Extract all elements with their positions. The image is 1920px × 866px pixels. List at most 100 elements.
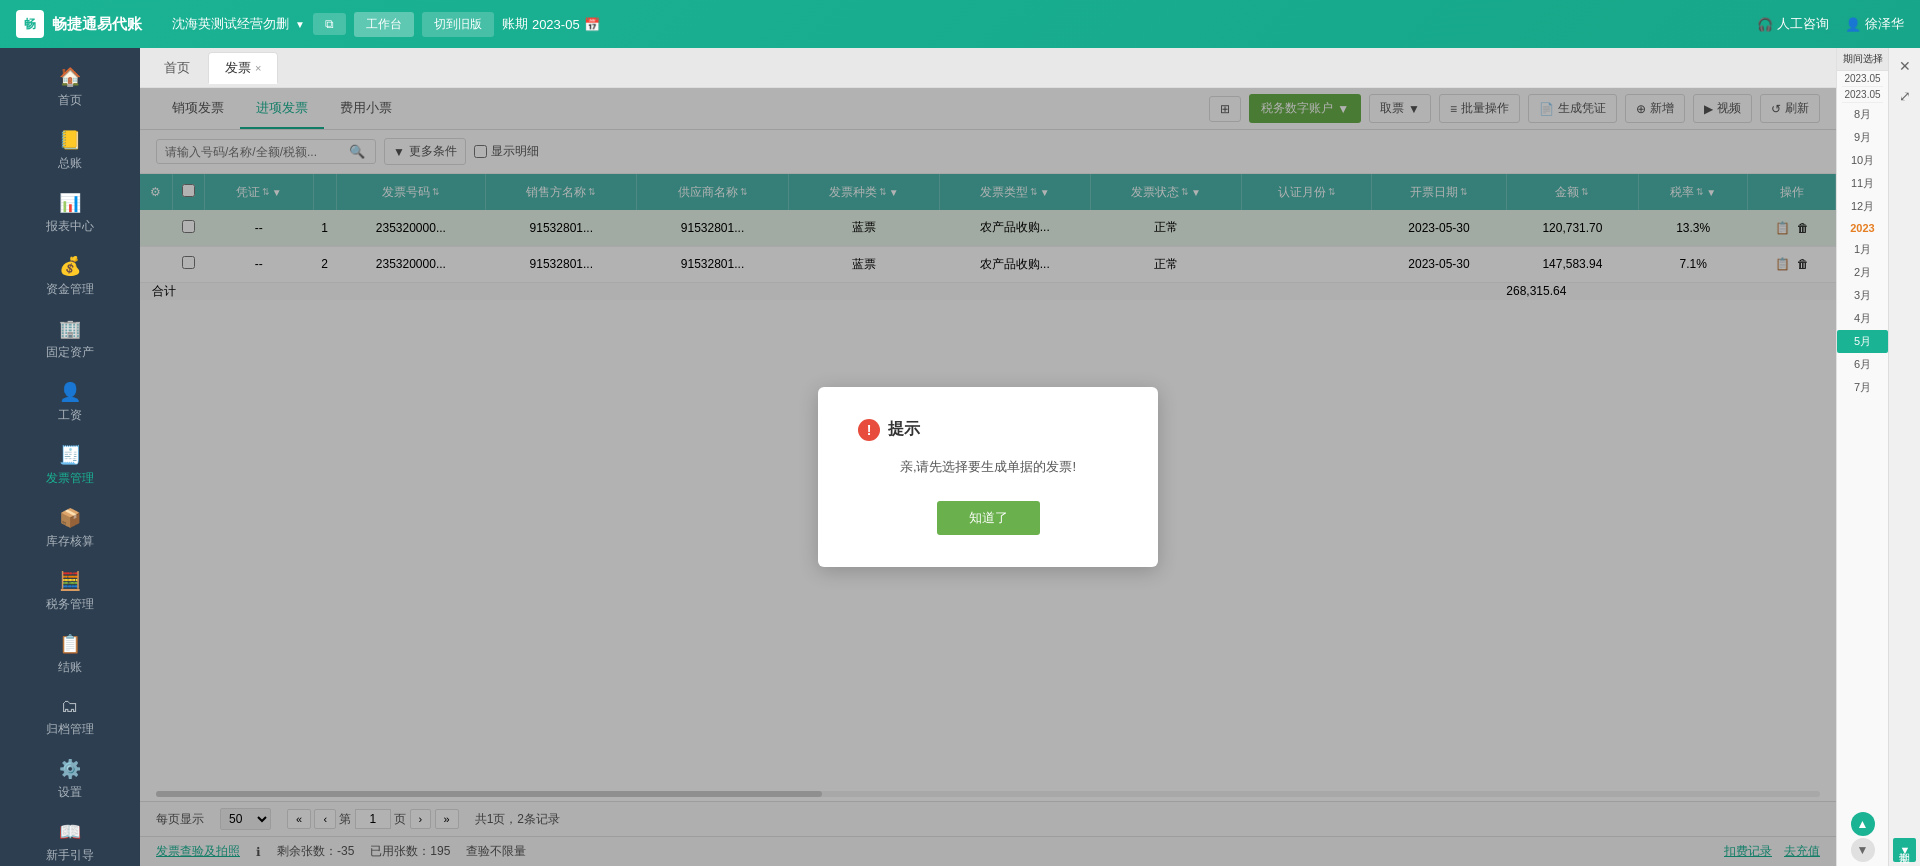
sidebar-label-assets: 固定资产 — [46, 344, 94, 361]
top-header: 畅 畅捷通易代账 沈海英测试经营勿删 ▼ ⧉ 工作台 切到旧版 账期 2023-… — [0, 0, 1920, 48]
company-chevron-icon: ▼ — [295, 19, 305, 30]
dialog-confirm-button[interactable]: 知道了 — [937, 501, 1040, 535]
user-area[interactable]: 👤 徐泽华 — [1845, 15, 1904, 33]
sidebar-item-tax[interactable]: 🧮 税务管理 — [0, 560, 140, 623]
alert-dialog: ! 提示 亲,请先选择要生成单据的发票! 知道了 — [818, 387, 1158, 568]
service-button[interactable]: 🎧 人工咨询 — [1757, 15, 1829, 33]
tab-close-icon[interactable]: × — [255, 62, 261, 74]
tax-icon: 🧮 — [59, 570, 81, 592]
page-content: 销项发票 进项发票 费用小票 ⊞ 税务数字账户 ▼ — [140, 88, 1836, 866]
sidebar-item-assets[interactable]: 🏢 固定资产 — [0, 308, 140, 371]
dialog-overlay: ! 提示 亲,请先选择要生成单据的发票! 知道了 — [140, 88, 1836, 866]
sidebar-item-close[interactable]: 📋 结账 — [0, 623, 140, 686]
company-name: 沈海英测试经营勿删 — [172, 15, 289, 33]
period-year-marker[interactable]: 2023 — [1837, 218, 1888, 238]
period-info: 账期 2023-05 📅 — [502, 15, 600, 33]
headset-icon: 🎧 — [1757, 17, 1773, 32]
period-header: 期间选择 — [1837, 48, 1888, 71]
sidebar-item-reports[interactable]: 📊 报表中心 — [0, 182, 140, 245]
sidebar-label-invoice: 发票管理 — [46, 470, 94, 487]
copy-icon-btn[interactable]: ⧉ — [313, 13, 346, 35]
assets-icon: 🏢 — [59, 318, 81, 340]
period-month-1[interactable]: 1月 — [1837, 238, 1888, 261]
calendar-icon[interactable]: 📅 — [584, 17, 600, 32]
sidebar-label-guide: 新手引导 — [46, 847, 94, 864]
close-right-panel-button[interactable]: ✕ — [1891, 52, 1919, 80]
period-month-7[interactable]: 7月 — [1837, 376, 1888, 399]
sidebar-label-reports: 报表中心 — [46, 218, 94, 235]
period-year-2023: 2023.05 — [1842, 71, 1882, 87]
sidebar-item-ledger[interactable]: 📒 总账 — [0, 119, 140, 182]
guide-icon: 📖 — [59, 821, 81, 843]
sidebar-item-salary[interactable]: 👤 工资 — [0, 371, 140, 434]
tab-home-label: 首页 — [164, 59, 190, 77]
period-month-9[interactable]: 9月 — [1837, 126, 1888, 149]
period-month-5[interactable]: 5月 — [1837, 330, 1888, 353]
sidebar-item-home[interactable]: 🏠 首页 — [0, 56, 140, 119]
period-month-8[interactable]: 8月 — [1837, 103, 1888, 126]
period-down-icon[interactable]: ▼ — [1851, 838, 1875, 862]
sidebar-item-invoice[interactable]: 🧾 发票管理 — [0, 434, 140, 497]
invoice-icon: 🧾 — [59, 444, 81, 466]
sidebar-label-funds: 资金管理 — [46, 281, 94, 298]
inventory-icon: 📦 — [59, 507, 81, 529]
dialog-title-area: ! 提示 — [858, 419, 920, 441]
close-period-icon: 📋 — [59, 633, 81, 655]
period-month-3[interactable]: 3月 — [1837, 284, 1888, 307]
ledger-icon: 📒 — [59, 129, 81, 151]
sidebar-item-funds[interactable]: 💰 资金管理 — [0, 245, 140, 308]
tab-home[interactable]: 首页 — [148, 53, 206, 83]
period-up-icon[interactable]: ▲ — [1851, 812, 1875, 836]
tab-invoice[interactable]: 发票 × — [208, 52, 278, 84]
sidebar-label-ledger: 总账 — [58, 155, 82, 172]
period-month-6[interactable]: 6月 — [1837, 353, 1888, 376]
period-label: 账期 — [502, 15, 528, 33]
home-icon: 🏠 — [59, 66, 81, 88]
expand-right-panel-button[interactable]: ⤢ — [1891, 82, 1919, 110]
username: 徐泽华 — [1865, 15, 1904, 33]
dialog-title-text: 提示 — [888, 419, 920, 440]
period-month-12[interactable]: 12月 — [1837, 195, 1888, 218]
sidebar-item-settings[interactable]: ⚙️ 设置 — [0, 748, 140, 811]
sidebar-label-salary: 工资 — [58, 407, 82, 424]
logo-area: 畅 畅捷通易代账 — [16, 10, 156, 38]
service-label: 人工咨询 — [1777, 15, 1829, 33]
period-panel: 期间选择 2023.05 2023.05 8月 9月 10月 11月 12月 2… — [1836, 48, 1888, 866]
archive-icon: 🗂 — [61, 696, 79, 717]
main-layout: 🏠 首页 📒 总账 📊 报表中心 💰 资金管理 🏢 固定资产 👤 工资 🧾 发票… — [0, 48, 1920, 866]
period-value: 2023-05 — [532, 17, 580, 32]
sidebar-label-tax: 税务管理 — [46, 596, 94, 613]
period-month-10[interactable]: 10月 — [1837, 149, 1888, 172]
dialog-message: 亲,请先选择要生成单据的发票! — [900, 457, 1076, 478]
sidebar-label-archive: 归档管理 — [46, 721, 94, 738]
period-month-2[interactable]: 2月 — [1837, 261, 1888, 284]
quick-period-button[interactable]: 常期▼ — [1893, 838, 1916, 862]
app-logo-icon: 畅 — [16, 10, 44, 38]
switch-version-button[interactable]: 切到旧版 — [422, 12, 494, 37]
sidebar-label-inventory: 库存核算 — [46, 533, 94, 550]
sidebar-item-inventory[interactable]: 📦 库存核算 — [0, 497, 140, 560]
settings-icon: ⚙️ — [59, 758, 81, 780]
app-name: 畅捷通易代账 — [52, 15, 142, 34]
funds-icon: 💰 — [59, 255, 81, 277]
sidebar-label-home: 首页 — [58, 92, 82, 109]
sidebar-item-guide[interactable]: 📖 新手引导 — [0, 811, 140, 866]
period-year-2023b: 2023.05 — [1842, 87, 1882, 103]
period-month-11[interactable]: 11月 — [1837, 172, 1888, 195]
salary-icon: 👤 — [59, 381, 81, 403]
sidebar-item-archive[interactable]: 🗂 归档管理 — [0, 686, 140, 748]
reports-icon: 📊 — [59, 192, 81, 214]
tab-invoice-label: 发票 — [225, 59, 251, 77]
right-panel-bottom: 常期▼ — [1893, 838, 1916, 862]
header-right: 🎧 人工咨询 👤 徐泽华 — [1757, 15, 1904, 33]
sidebar-label-close: 结账 — [58, 659, 82, 676]
tab-bar: 首页 发票 × — [140, 48, 1836, 88]
workspace-button[interactable]: 工作台 — [354, 12, 414, 37]
content-area: 首页 发票 × 销项发票 进项发票 费用小票 — [140, 48, 1836, 866]
period-month-4[interactable]: 4月 — [1837, 307, 1888, 330]
period-header-line1: 期间选择 — [1839, 52, 1886, 66]
company-selector[interactable]: 沈海英测试经营勿删 ▼ — [172, 15, 305, 33]
user-icon: 👤 — [1845, 17, 1861, 32]
sidebar: 🏠 首页 📒 总账 📊 报表中心 💰 资金管理 🏢 固定资产 👤 工资 🧾 发票… — [0, 48, 140, 866]
sidebar-label-settings: 设置 — [58, 784, 82, 801]
